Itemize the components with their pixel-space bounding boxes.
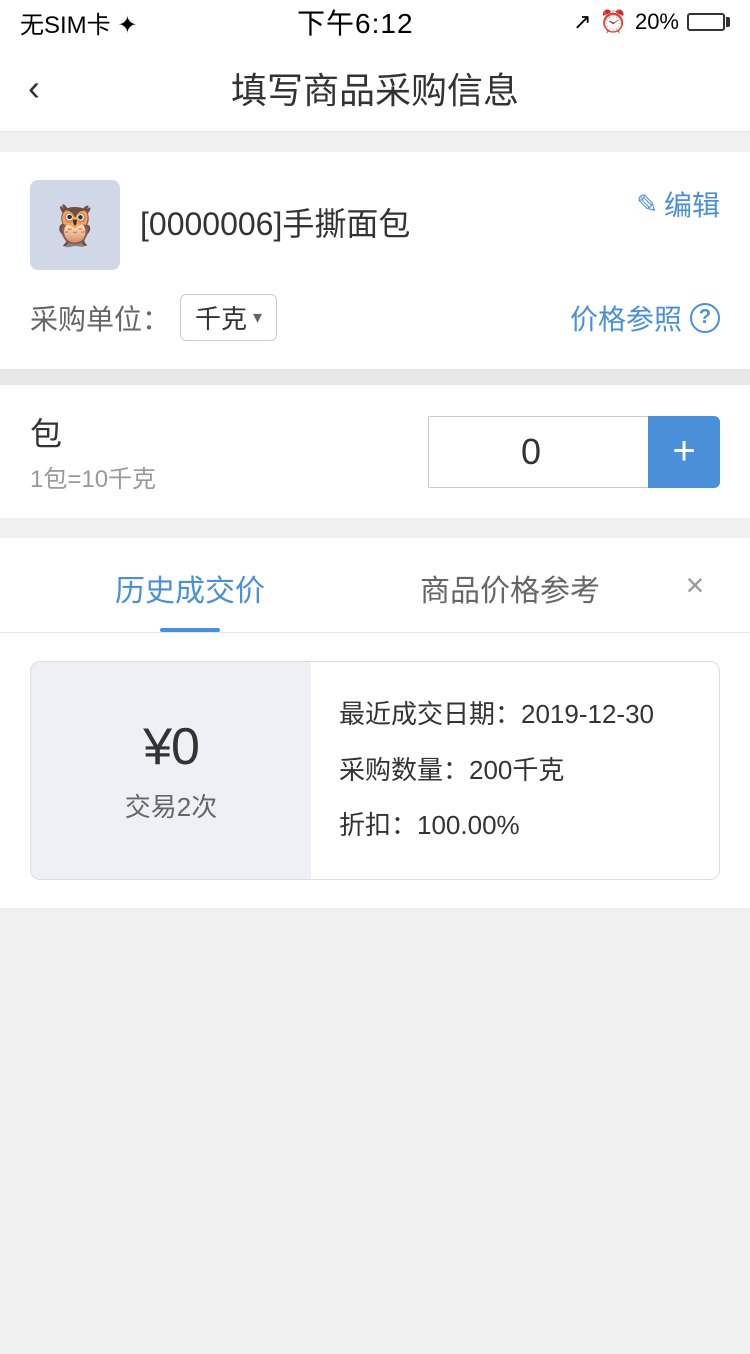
history-card-right: 最近成交日期：2019-12-30 采购数量：200千克 折扣：100.00% bbox=[311, 662, 719, 879]
tab-content: ¥0 交易2次 最近成交日期：2019-12-30 采购数量：200千克 折扣：… bbox=[0, 633, 750, 908]
history-qty-row: 采购数量：200千克 bbox=[339, 750, 691, 792]
history-date-value: 2019-12-30 bbox=[521, 699, 654, 729]
tab-product-price-ref-label: 商品价格参考 bbox=[420, 575, 600, 608]
unit-label: 采购单位： bbox=[30, 298, 170, 338]
edit-button[interactable]: ✎ 编辑 bbox=[636, 184, 720, 224]
edit-label: 编辑 bbox=[664, 184, 720, 224]
unit-select[interactable]: 千克 ▾ bbox=[180, 294, 277, 341]
product-unit-row: 采购单位： 千克 ▾ 价格参照 ? bbox=[30, 294, 720, 341]
product-thumbnail: 🦉 bbox=[30, 180, 120, 270]
location-icon: ↗ bbox=[573, 9, 591, 35]
battery-icon bbox=[687, 13, 730, 31]
history-price: ¥0 bbox=[143, 717, 199, 777]
quantity-input[interactable] bbox=[428, 416, 648, 488]
back-button[interactable]: ‹ bbox=[28, 67, 40, 109]
unit-value: 千克 bbox=[195, 299, 247, 336]
status-time: 下午6:12 bbox=[297, 2, 414, 42]
quantity-row: 包 1包=10千克 + bbox=[0, 385, 750, 518]
history-transaction-count: 交易2次 bbox=[125, 787, 217, 824]
product-card: 🦉 [0000006]手撕面包 ✎ 编辑 采购单位： 千克 ▾ 价格参照 ? bbox=[0, 152, 750, 369]
history-card-left: ¥0 交易2次 bbox=[31, 662, 311, 879]
product-left: 🦉 [0000006]手撕面包 bbox=[30, 180, 410, 270]
history-discount-row: 折扣：100.00% bbox=[339, 805, 691, 847]
tabs-header: 历史成交价 商品价格参考 × bbox=[0, 538, 750, 633]
tab-history-price-label: 历史成交价 bbox=[115, 575, 265, 608]
battery-percent: 20% bbox=[635, 9, 679, 35]
chevron-down-icon: ▾ bbox=[253, 307, 262, 328]
nav-bar: ‹ 填写商品采购信息 bbox=[0, 44, 750, 132]
tabs-panel: 历史成交价 商品价格参考 × ¥0 交易2次 最近成交日期：2019-12-30 bbox=[0, 538, 750, 908]
history-date-row: 最近成交日期：2019-12-30 bbox=[339, 694, 691, 736]
qty-unit-sub: 1包=10千克 bbox=[30, 459, 156, 494]
tab-underline bbox=[160, 628, 220, 632]
history-qty-label: 采购数量： bbox=[339, 755, 469, 785]
history-date-label: 最近成交日期： bbox=[339, 699, 521, 729]
status-left: 无SIM卡 ✦ bbox=[20, 5, 137, 40]
history-qty-value: 200千克 bbox=[469, 755, 564, 785]
alarm-icon: ⏰ bbox=[600, 9, 627, 35]
price-ref-label: 价格参照 bbox=[570, 298, 682, 338]
edit-icon: ✎ bbox=[636, 189, 658, 220]
qty-unit-main: 包 bbox=[30, 409, 156, 455]
history-discount-label: 折扣： bbox=[339, 810, 417, 840]
history-discount-value: 100.00% bbox=[417, 810, 520, 840]
history-card: ¥0 交易2次 最近成交日期：2019-12-30 采购数量：200千克 折扣：… bbox=[30, 661, 720, 880]
qty-label-block: 包 1包=10千克 bbox=[30, 409, 156, 494]
tab-history-price[interactable]: 历史成交价 bbox=[30, 538, 350, 632]
carrier-text: 无SIM卡 ✦ bbox=[20, 5, 137, 40]
product-name: [0000006]手撕面包 bbox=[140, 204, 410, 246]
page-title: 填写商品采购信息 bbox=[231, 62, 519, 114]
status-bar: 无SIM卡 ✦ 下午6:12 ↗ ⏰ 20% bbox=[0, 0, 750, 44]
product-logo-icon: 🦉 bbox=[50, 202, 100, 249]
status-right: ↗ ⏰ 20% bbox=[573, 9, 730, 35]
help-icon: ? bbox=[690, 303, 720, 333]
qty-plus-button[interactable]: + bbox=[648, 416, 720, 488]
price-ref-button[interactable]: 价格参照 ? bbox=[570, 298, 720, 338]
qty-input-block: + bbox=[428, 416, 720, 488]
tab-close-button[interactable]: × bbox=[670, 560, 720, 610]
main-content: 🦉 [0000006]手撕面包 ✎ 编辑 采购单位： 千克 ▾ 价格参照 ? bbox=[0, 152, 750, 1354]
section-divider bbox=[0, 369, 750, 385]
product-header: 🦉 [0000006]手撕面包 ✎ 编辑 bbox=[30, 180, 720, 270]
tab-product-price-ref[interactable]: 商品价格参考 bbox=[350, 538, 670, 632]
